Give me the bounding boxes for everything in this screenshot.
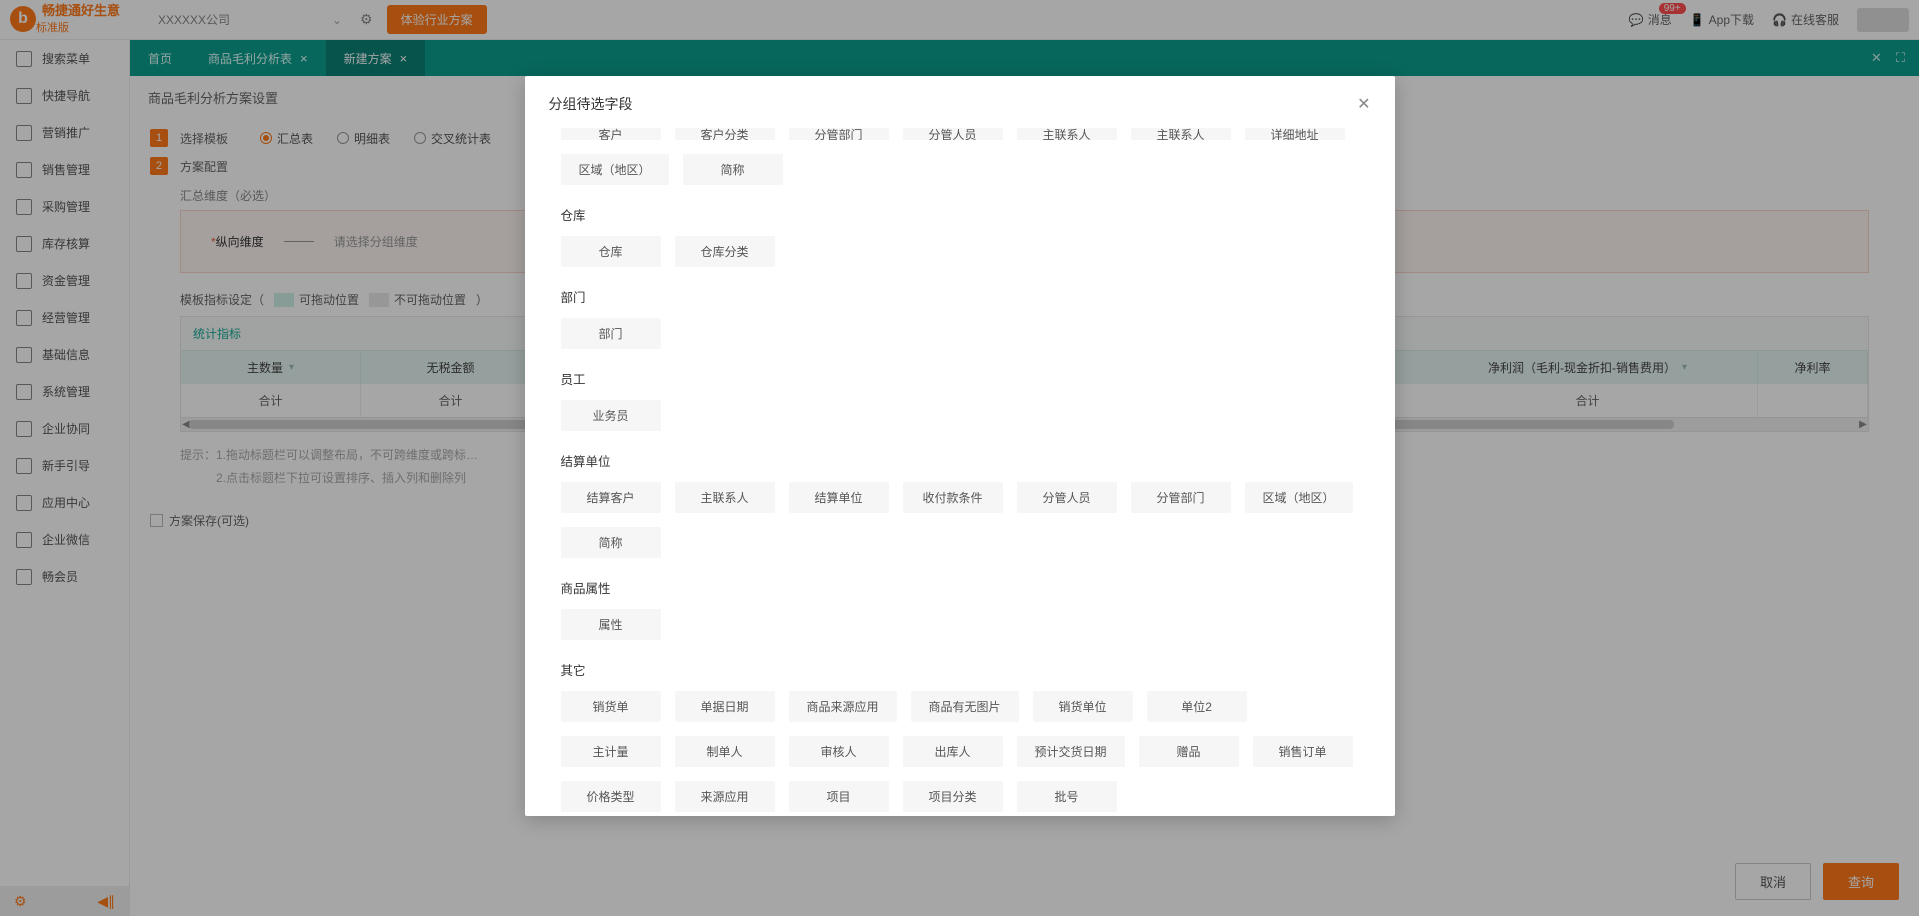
field-group-title: 商品属性 [561,578,1359,597]
field-group: 其它销货单单据日期商品来源应用商品有无图片销货单位单位2 主计量制单人审核人出库人… [561,660,1359,812]
field-group: 商品属性属性 [561,578,1359,640]
field-chip[interactable]: 简称 [683,154,783,185]
field-chip[interactable]: 主联系人 [1017,128,1117,140]
field-group-title: 员工 [561,369,1359,388]
field-chip[interactable]: 赠品 [1139,736,1239,767]
field-chip[interactable]: 分管人员 [1017,482,1117,513]
field-chip-row-partial: 客户 客户分类 分管部门 分管人员 主联系人 主联系人 详细地址 [561,128,1359,140]
field-chip[interactable]: 审核人 [789,736,889,767]
field-chip-label: 分管部门 [814,128,862,140]
field-chip-row: 仓库仓库分类 [561,236,1359,267]
field-chip[interactable]: 来源应用 [675,781,775,812]
field-chip[interactable]: 区域（地区） [561,154,669,185]
field-group: 结算单位结算客户主联系人结算单位收付款条件分管人员分管部门区域（地区）简称 [561,451,1359,558]
field-chip[interactable]: 销售订单 [1253,736,1353,767]
field-chip[interactable]: 制单人 [675,736,775,767]
field-chip[interactable]: 分管部门 [1131,482,1231,513]
field-chip[interactable]: 仓库 [561,236,661,267]
field-chip[interactable]: 销货单位 [1033,691,1133,722]
field-chip-row: 业务员 [561,400,1359,431]
field-chip-label: 主联系人 [1156,128,1204,140]
field-chip-label: 客户分类 [700,128,748,140]
field-group-title: 结算单位 [561,451,1359,470]
field-chip-label: 分管人员 [928,128,976,140]
field-chip[interactable]: 结算客户 [561,482,661,513]
modal-close-icon[interactable]: ✕ [1357,94,1370,114]
field-chip[interactable]: 客户 [561,128,661,140]
field-chip[interactable]: 属性 [561,609,661,640]
field-chip[interactable]: 分管部门 [789,128,889,140]
field-chip[interactable]: 销货单 [561,691,661,722]
field-chip-label: 详细地址 [1270,128,1318,140]
field-chip[interactable]: 价格类型 [561,781,661,812]
field-group: 部门部门 [561,287,1359,349]
modal-title: 分组待选字段 [549,94,633,114]
field-chip[interactable]: 预计交货日期 [1017,736,1125,767]
field-chip[interactable]: 商品有无图片 [911,691,1019,722]
field-chip[interactable]: 仓库分类 [675,236,775,267]
field-chip-label: 客户 [598,128,622,140]
field-chip[interactable]: 单位2 [1147,691,1247,722]
field-select-modal: 分组待选字段 ✕ 客户客户分类分管部门分管人员主联系人主联系人详细地址区域（地区… [525,76,1395,816]
field-chip-row: 销货单单据日期商品来源应用商品有无图片销货单位单位2 主计量制单人审核人出库人预计… [561,691,1359,812]
field-chip[interactable]: 分管人员 [903,128,1003,140]
field-chip[interactable]: 业务员 [561,400,661,431]
field-group: 员工业务员 [561,369,1359,431]
field-chip-label: 主联系人 [1042,128,1090,140]
field-chip[interactable]: 商品来源应用 [789,691,897,722]
field-chip[interactable]: 简称 [561,527,661,558]
field-chip[interactable]: 出库人 [903,736,1003,767]
field-group: 区域（地区） 简称 [561,154,1359,185]
field-group-title: 其它 [561,660,1359,679]
field-chip[interactable]: 部门 [561,318,661,349]
field-chip[interactable]: 批号 [1017,781,1117,812]
field-chip[interactable]: 主计量 [561,736,661,767]
field-chip-row: 部门 [561,318,1359,349]
field-chip[interactable]: 结算单位 [789,482,889,513]
field-group: 仓库仓库仓库分类 [561,205,1359,267]
field-chip[interactable]: 项目 [789,781,889,812]
field-chip-row: 结算客户主联系人结算单位收付款条件分管人员分管部门区域（地区） 简称 [561,482,1359,558]
field-chip-row: 区域（地区） 简称 [561,154,1359,185]
field-chip[interactable]: 主联系人 [1131,128,1231,140]
field-chip[interactable]: 区域（地区） [1245,482,1353,513]
field-chip[interactable]: 项目分类 [903,781,1003,812]
field-chip[interactable]: 客户分类 [675,128,775,140]
field-group-title: 部门 [561,287,1359,306]
field-chip[interactable]: 收付款条件 [903,482,1003,513]
field-chip[interactable]: 单据日期 [675,691,775,722]
field-chip[interactable]: 主联系人 [675,482,775,513]
field-chip-row: 属性 [561,609,1359,640]
field-group-title: 仓库 [561,205,1359,224]
field-chip[interactable]: 详细地址 [1245,128,1345,140]
modal-body[interactable]: 客户客户分类分管部门分管人员主联系人主联系人详细地址区域（地区）简称仓库仓库仓库… [525,124,1395,816]
